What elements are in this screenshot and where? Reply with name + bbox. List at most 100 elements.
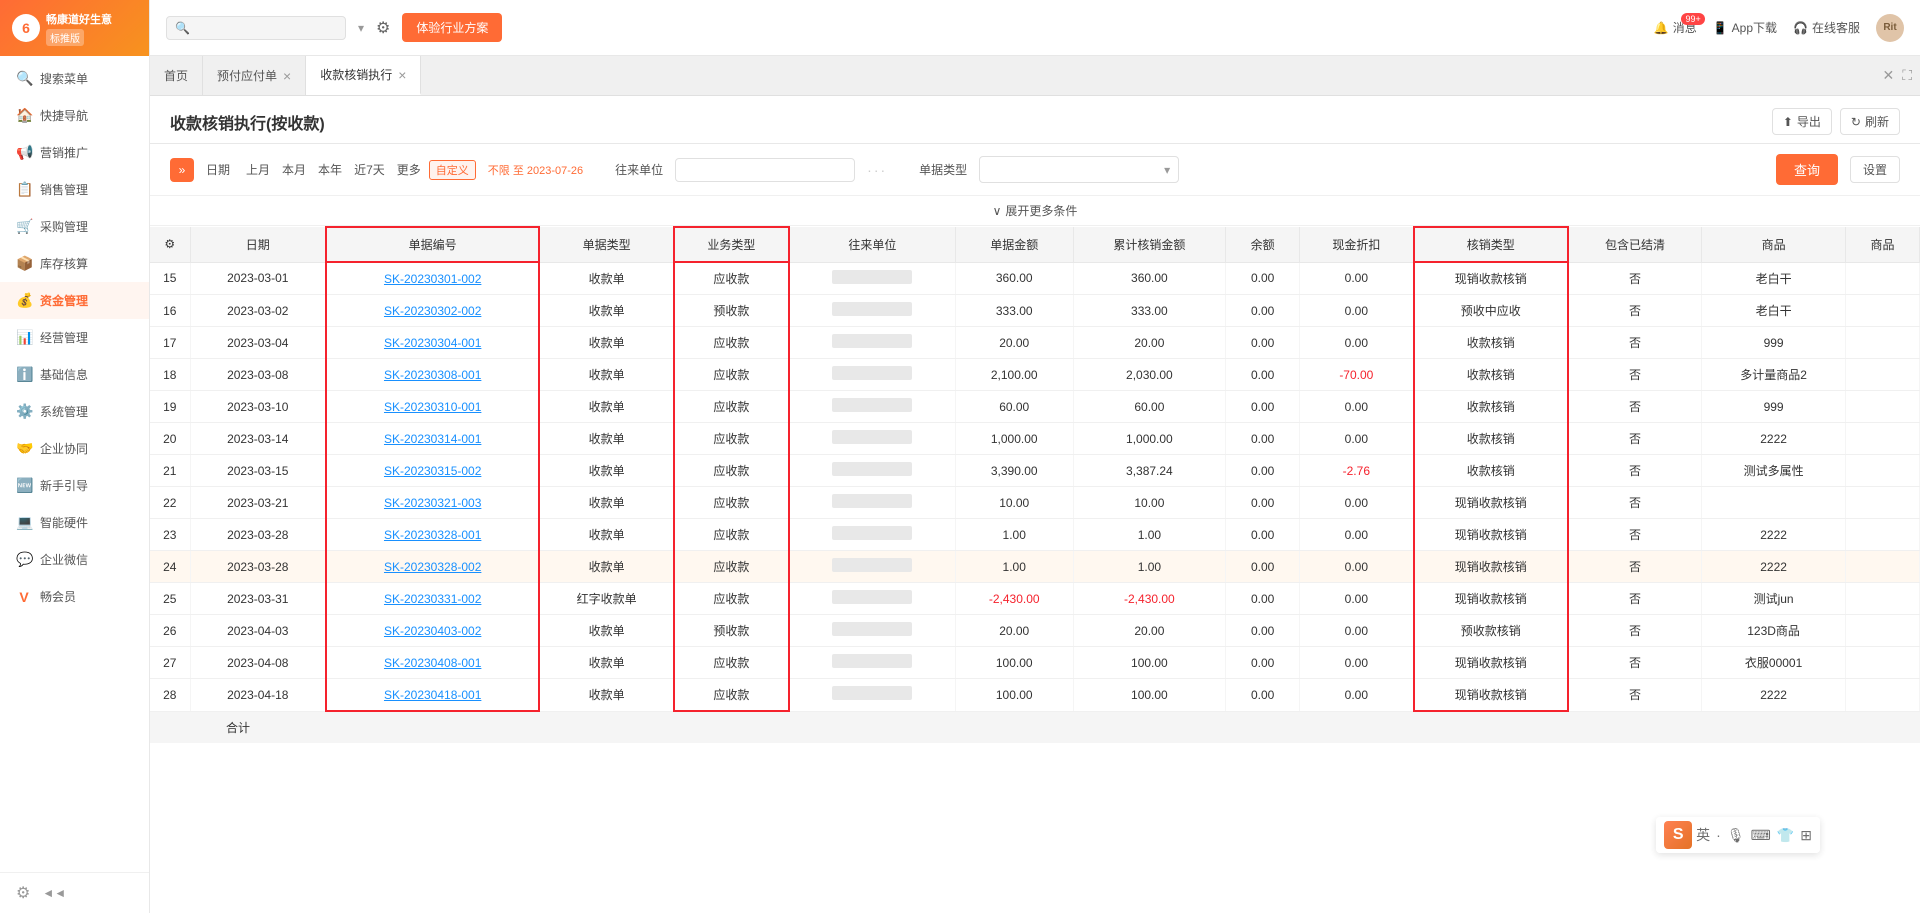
sidebar-item-search[interactable]: 🔍 搜索菜单 bbox=[0, 60, 149, 97]
cell-cash-discount: -2.76 bbox=[1300, 455, 1414, 487]
table-footer-row: 合计 bbox=[150, 711, 1920, 743]
cell-product2 bbox=[1846, 262, 1920, 295]
voucher-type-select[interactable]: ▾ bbox=[979, 156, 1179, 183]
sidebar-item-member[interactable]: V 畅会员 bbox=[0, 578, 149, 615]
footer-include-settled bbox=[1568, 711, 1702, 743]
voucher-no-link[interactable]: SK-20230418-001 bbox=[384, 688, 481, 702]
collapse-icon[interactable]: ◄◄ bbox=[42, 886, 66, 900]
cell-voucher-type: 收款单 bbox=[539, 519, 674, 551]
sidebar-item-hardware[interactable]: 💻 智能硬件 bbox=[0, 504, 149, 541]
date-btn-custom[interactable]: 自定义 bbox=[429, 160, 476, 180]
tab-reconcile[interactable]: 收款核销执行 × bbox=[306, 56, 421, 95]
voucher-no-link[interactable]: SK-20230304-001 bbox=[384, 336, 481, 350]
cell-cancel-type: 预收款核销 bbox=[1414, 615, 1568, 647]
date-btn-last-month[interactable]: 上月 bbox=[242, 159, 274, 180]
cell-cash-discount: -70.00 bbox=[1300, 359, 1414, 391]
sidebar: 6 畅康道好生意 标推版 🔍 搜索菜单 🏠 快捷导航 📢 营销推广 📋 销售管理… bbox=[0, 0, 150, 913]
counterpart-input[interactable] bbox=[675, 158, 855, 182]
sidebar-item-inventory[interactable]: 📦 库存核算 bbox=[0, 245, 149, 282]
sidebar-label-corp: 企业协同 bbox=[40, 440, 88, 457]
topbar-search-box: 🔍 bbox=[166, 16, 346, 40]
cell-amount: 1.00 bbox=[955, 551, 1073, 583]
date-btn-7days[interactable]: 近7天 bbox=[350, 159, 389, 180]
sidebar-item-system[interactable]: ⚙️ 系统管理 bbox=[0, 393, 149, 430]
cell-product: 2222 bbox=[1702, 519, 1846, 551]
cell-amount: 100.00 bbox=[955, 647, 1073, 679]
sidebar-item-operation[interactable]: 📊 经营管理 bbox=[0, 319, 149, 356]
sidebar-menu: 🔍 搜索菜单 🏠 快捷导航 📢 营销推广 📋 销售管理 🛒 采购管理 📦 库存核… bbox=[0, 56, 149, 872]
sidebar-item-wechat[interactable]: 💬 企业微信 bbox=[0, 541, 149, 578]
cell-amount: 2,100.00 bbox=[955, 359, 1073, 391]
keyboard-icon[interactable]: ⌨ bbox=[1751, 827, 1771, 844]
cell-date: 2023-03-01 bbox=[190, 262, 326, 295]
cell-idx: 28 bbox=[150, 679, 190, 712]
voucher-no-link[interactable]: SK-20230403-002 bbox=[384, 624, 481, 638]
tab-home[interactable]: 首页 bbox=[150, 56, 203, 95]
voucher-no-link[interactable]: SK-20230301-002 bbox=[384, 272, 481, 286]
tab-prepay-close[interactable]: × bbox=[283, 69, 291, 83]
filter-toggle-button[interactable]: » bbox=[170, 158, 194, 182]
logo-badge: 标推版 bbox=[46, 29, 84, 46]
sidebar-item-purchase[interactable]: 🛒 采购管理 bbox=[0, 208, 149, 245]
voucher-no-link[interactable]: SK-20230314-001 bbox=[384, 432, 481, 446]
tab-close-all-icon[interactable]: ✕ bbox=[1882, 67, 1894, 84]
cell-date: 2023-03-02 bbox=[190, 295, 326, 327]
mic-icon[interactable]: 🎙 bbox=[1727, 827, 1745, 844]
filter-settings-button[interactable]: 设置 bbox=[1850, 156, 1900, 183]
date-btn-more[interactable]: 更多 bbox=[393, 159, 425, 180]
grid-icon[interactable]: ⊞ bbox=[1800, 827, 1812, 844]
cell-cum-amount: 20.00 bbox=[1073, 615, 1226, 647]
date-btn-this-month[interactable]: 本月 bbox=[278, 159, 310, 180]
counterpart-label: 往来单位 bbox=[615, 161, 663, 178]
voucher-no-link[interactable]: SK-20230331-002 bbox=[384, 592, 481, 606]
sidebar-item-corp[interactable]: 🤝 企业协同 bbox=[0, 430, 149, 467]
cell-voucher-no: SK-20230310-001 bbox=[326, 391, 539, 423]
date-btn-this-year[interactable]: 本年 bbox=[314, 159, 346, 180]
sidebar-item-quicknav[interactable]: 🏠 快捷导航 bbox=[0, 97, 149, 134]
industry-solution-button[interactable]: 体验行业方案 bbox=[402, 13, 502, 42]
th-settings[interactable]: ⚙ bbox=[150, 227, 190, 262]
cell-cash-discount: 0.00 bbox=[1300, 679, 1414, 712]
finance-icon: 💰 bbox=[16, 292, 32, 309]
sidebar-item-guide[interactable]: 🆕 新手引导 bbox=[0, 467, 149, 504]
tab-prepay[interactable]: 预付应付单 × bbox=[203, 56, 306, 95]
voucher-no-link[interactable]: SK-20230328-001 bbox=[384, 528, 481, 542]
notification-button[interactable]: 🔔 消息 99+ bbox=[1654, 19, 1697, 36]
expand-conditions-button[interactable]: ∨ 展开更多条件 bbox=[993, 202, 1078, 219]
sidebar-item-basic[interactable]: ℹ️ 基础信息 bbox=[0, 356, 149, 393]
cell-biz-type: 应收款 bbox=[674, 583, 789, 615]
query-button[interactable]: 查询 bbox=[1776, 154, 1838, 185]
settings-icon[interactable]: ⚙ bbox=[16, 883, 30, 903]
cell-voucher-no: SK-20230315-002 bbox=[326, 455, 539, 487]
sidebar-item-finance[interactable]: 💰 资金管理 bbox=[0, 282, 149, 319]
tab-expand-icon[interactable]: ⛶ bbox=[1902, 67, 1912, 84]
cell-cancel-type: 现销收款核销 bbox=[1414, 583, 1568, 615]
voucher-no-link[interactable]: SK-20230302-002 bbox=[384, 304, 481, 318]
app-download-link[interactable]: 📱 App下载 bbox=[1713, 19, 1777, 36]
avatar: Rit bbox=[1876, 14, 1904, 42]
sidebar-item-marketing[interactable]: 📢 营销推广 bbox=[0, 134, 149, 171]
voucher-no-link[interactable]: SK-20230310-001 bbox=[384, 400, 481, 414]
cell-date: 2023-03-04 bbox=[190, 327, 326, 359]
cell-biz-type: 应收款 bbox=[674, 327, 789, 359]
cell-counterpart bbox=[789, 327, 956, 359]
export-button[interactable]: ⬆ 导出 bbox=[1772, 108, 1832, 135]
footer-voucher-type bbox=[539, 711, 674, 743]
cell-cash-discount: 0.00 bbox=[1300, 551, 1414, 583]
cell-cancel-type: 收款核销 bbox=[1414, 455, 1568, 487]
english-icon[interactable]: 英 bbox=[1696, 825, 1710, 845]
shirt-icon[interactable]: 👕 bbox=[1777, 827, 1794, 844]
voucher-no-link[interactable]: SK-20230315-002 bbox=[384, 464, 481, 478]
voucher-no-link[interactable]: SK-20230328-002 bbox=[384, 560, 481, 574]
topbar-dropdown-icon[interactable]: ▾ bbox=[358, 21, 364, 35]
voucher-no-link[interactable]: SK-20230408-001 bbox=[384, 656, 481, 670]
topbar-gear-icon[interactable]: ⚙ bbox=[376, 18, 390, 38]
tab-reconcile-close[interactable]: × bbox=[398, 68, 406, 82]
online-service-link[interactable]: 🎧 在线客服 bbox=[1793, 19, 1860, 36]
voucher-no-link[interactable]: SK-20230308-001 bbox=[384, 368, 481, 382]
cell-cum-amount: 100.00 bbox=[1073, 679, 1226, 712]
sidebar-item-sales[interactable]: 📋 销售管理 bbox=[0, 171, 149, 208]
refresh-button[interactable]: ↻ 刷新 bbox=[1840, 108, 1900, 135]
footer-cum-amount bbox=[1073, 711, 1226, 743]
voucher-no-link[interactable]: SK-20230321-003 bbox=[384, 496, 481, 510]
